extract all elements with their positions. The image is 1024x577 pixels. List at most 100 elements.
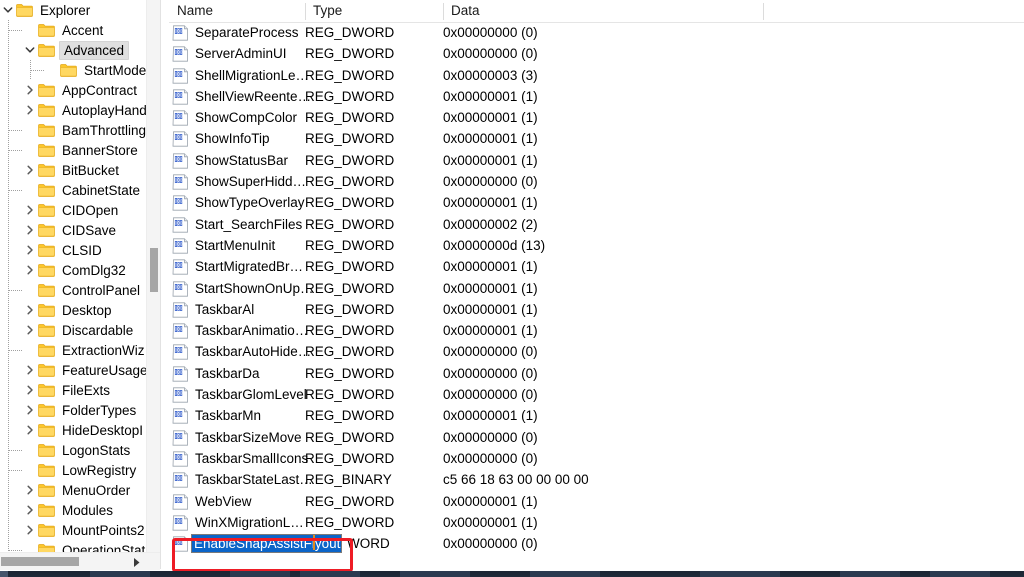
chevron-right-icon[interactable] — [22, 200, 38, 220]
chevron-right-icon[interactable] — [22, 360, 38, 380]
tree-item-label: ComDlg32 — [62, 262, 126, 278]
tree-item-label: CLSID — [62, 242, 102, 258]
folder-icon — [60, 63, 77, 77]
value-row[interactable]: TaskbarAutoHide… REG_DWORD 0x00000000 (0) — [169, 341, 1024, 362]
tree-item-advanced[interactable]: Advanced — [0, 40, 146, 60]
tree-item-modules[interactable]: Modules — [0, 500, 146, 520]
value-row[interactable]: TaskbarSizeMove REG_DWORD 0x00000000 (0) — [169, 427, 1024, 448]
chevron-right-icon[interactable] — [22, 100, 38, 120]
value-data: 0x00000000 (0) — [443, 387, 538, 403]
column-divider-data-end[interactable] — [763, 3, 764, 20]
value-row[interactable]: TaskbarSmallIcons REG_DWORD 0x00000000 (0) — [169, 448, 1024, 469]
tree-item-bannerstore[interactable]: BannerStore — [0, 140, 146, 160]
tree-item-startmode[interactable]: StartMode — [0, 60, 146, 80]
chevron-right-icon[interactable] — [22, 520, 38, 540]
value-row[interactable]: TaskbarDa REG_DWORD 0x00000000 (0) — [169, 363, 1024, 384]
tree-no-expander — [22, 20, 38, 40]
tree-horizontal-scroll-thumb[interactable] — [1, 557, 79, 566]
chevron-right-icon[interactable] — [22, 240, 38, 260]
value-type: REG_DWORD — [305, 493, 395, 509]
tree-no-expander — [22, 180, 38, 200]
value-row[interactable]: StartMenuInit REG_DWORD 0x0000000d (13) — [169, 235, 1024, 256]
chevron-right-icon[interactable] — [22, 480, 38, 500]
tree-item-menuorder[interactable]: MenuOrder — [0, 480, 146, 500]
scroll-right-arrow-icon[interactable] — [131, 556, 142, 567]
value-row[interactable]: StartShownOnUp… REG_DWORD 0x00000001 (1) — [169, 278, 1024, 299]
value-row[interactable]: StartMigratedBr… REG_DWORD 0x00000001 (1) — [169, 256, 1024, 277]
value-row[interactable]: TaskbarStateLast… REG_BINARY c5 66 18 63 0… — [169, 469, 1024, 490]
tree-item-label: LogonStats — [62, 442, 131, 458]
value-type: REG_DWORD — [305, 259, 395, 275]
value-type: REG_DWORD — [305, 174, 395, 190]
folder-icon — [38, 183, 55, 197]
desktop-taskbar-strip — [0, 571, 1024, 577]
tree-item-mountpoints2[interactable]: MountPoints2 — [0, 520, 146, 540]
tree-vertical-scroll-thumb[interactable] — [150, 248, 158, 292]
tree-item-cidopen[interactable]: CIDOpen — [0, 200, 146, 220]
chevron-right-icon[interactable] — [22, 300, 38, 320]
column-header-type[interactable]: Type — [305, 0, 443, 22]
chevron-right-icon[interactable] — [22, 260, 38, 280]
chevron-right-icon[interactable] — [22, 320, 38, 340]
chevron-right-icon[interactable] — [22, 400, 38, 420]
tree-item-comdlg32[interactable]: ComDlg32 — [0, 260, 146, 280]
value-row[interactable]: ShowCompColor REG_DWORD 0x00000001 (1) — [169, 107, 1024, 128]
tree-item-operationstat[interactable]: OperationStat — [0, 540, 146, 552]
tree-item-foldertypes[interactable]: FolderTypes — [0, 400, 146, 420]
value-row[interactable]: Start_SearchFiles REG_DWORD 0x00000002 (2) — [169, 214, 1024, 235]
column-header-data[interactable]: Data — [443, 0, 763, 22]
column-header-name[interactable]: Name — [169, 0, 305, 22]
value-row-editing[interactable]: EnableSnapAssistFlyout WORD 0x00000000 (0) — [169, 533, 1024, 554]
chevron-right-icon[interactable] — [22, 420, 38, 440]
chevron-right-icon[interactable] — [22, 160, 38, 180]
tree-item-extractionwiz[interactable]: ExtractionWiz — [0, 340, 146, 360]
chevron-right-icon[interactable] — [22, 500, 38, 520]
tree-item-lowregistry[interactable]: LowRegistry — [0, 460, 146, 480]
tree-item-label: CabinetState — [62, 182, 141, 198]
value-row[interactable]: WinXMigrationL… REG_DWORD 0x00000001 (1) — [169, 512, 1024, 533]
value-row[interactable]: ShowStatusBar REG_DWORD 0x00000001 (1) — [169, 150, 1024, 171]
tree-item-controlpanel[interactable]: ControlPanel — [0, 280, 146, 300]
chevron-right-icon[interactable] — [22, 220, 38, 240]
tree-item-discardable[interactable]: Discardable — [0, 320, 146, 340]
tree-vertical-scrollbar[interactable] — [146, 0, 161, 552]
tree-item-cabinetstate[interactable]: CabinetState — [0, 180, 146, 200]
tree-item-hidedesktopi[interactable]: HideDesktopI — [0, 420, 146, 440]
value-row[interactable]: TaskbarGlomLevel REG_DWORD 0x00000000 (0) — [169, 384, 1024, 405]
tree-item-bamthrottling[interactable]: BamThrottling — [0, 120, 146, 140]
tree-item-label: Advanced — [59, 40, 130, 60]
value-row[interactable]: ShellMigrationLe… REG_DWORD 0x00000003 (3) — [169, 65, 1024, 86]
value-row[interactable]: TaskbarAl REG_DWORD 0x00000001 (1) — [169, 299, 1024, 320]
value-row[interactable]: TaskbarAnimatio… REG_DWORD 0x00000001 (1) — [169, 320, 1024, 341]
value-type: WORD — [347, 536, 390, 552]
value-row[interactable]: ServerAdminUI REG_DWORD 0x00000000 (0) — [169, 43, 1024, 64]
value-row[interactable]: SeparateProcess REG_DWORD 0x00000000 (0) — [169, 22, 1024, 43]
tree-item-clsid[interactable]: CLSID — [0, 240, 146, 260]
value-row[interactable]: ShellViewReente… REG_DWORD 0x00000001 (1) — [169, 86, 1024, 107]
value-name-rename-input[interactable]: EnableSnapAssistFlyout — [191, 534, 342, 554]
tree-no-expander — [22, 340, 38, 360]
tree-item-cidsave[interactable]: CIDSave — [0, 220, 146, 240]
value-row[interactable]: TaskbarMn REG_DWORD 0x00000001 (1) — [169, 405, 1024, 426]
chevron-right-icon[interactable] — [22, 380, 38, 400]
tree-guide-line — [9, 190, 22, 191]
tree-item-fileexts[interactable]: FileExts — [0, 380, 146, 400]
tree-item-explorer[interactable]: Explorer — [0, 0, 146, 20]
tree-item-featureusage[interactable]: FeatureUsage — [0, 360, 148, 380]
registry-value-list[interactable]: Name Type Data SeparateProcess REG_DWORD 0… — [169, 0, 1024, 569]
value-row[interactable]: ShowSuperHidd… REG_DWORD 0x00000000 (0) — [169, 171, 1024, 192]
value-row[interactable]: WebView REG_DWORD 0x00000001 (1) — [169, 491, 1024, 512]
tree-item-autoplayhand[interactable]: AutoplayHand — [0, 100, 147, 120]
value-row[interactable]: ShowInfoTip REG_DWORD 0x00000001 (1) — [169, 128, 1024, 149]
chevron-right-icon[interactable] — [22, 80, 38, 100]
tree-item-logonstats[interactable]: LogonStats — [0, 440, 146, 460]
tree-item-accent[interactable]: Accent — [0, 20, 146, 40]
registry-key-tree[interactable]: Explorer Accent Advanced StartMode AppContra… — [0, 0, 160, 552]
tree-horizontal-scrollbar[interactable] — [0, 552, 160, 570]
chevron-down-icon[interactable] — [0, 0, 16, 20]
tree-item-appcontract[interactable]: AppContract — [0, 80, 146, 100]
tree-item-bitbucket[interactable]: BitBucket — [0, 160, 146, 180]
value-row[interactable]: ShowTypeOverlay REG_DWORD 0x00000001 (1) — [169, 192, 1024, 213]
tree-item-desktop[interactable]: Desktop — [0, 300, 146, 320]
chevron-down-icon[interactable] — [22, 40, 38, 60]
